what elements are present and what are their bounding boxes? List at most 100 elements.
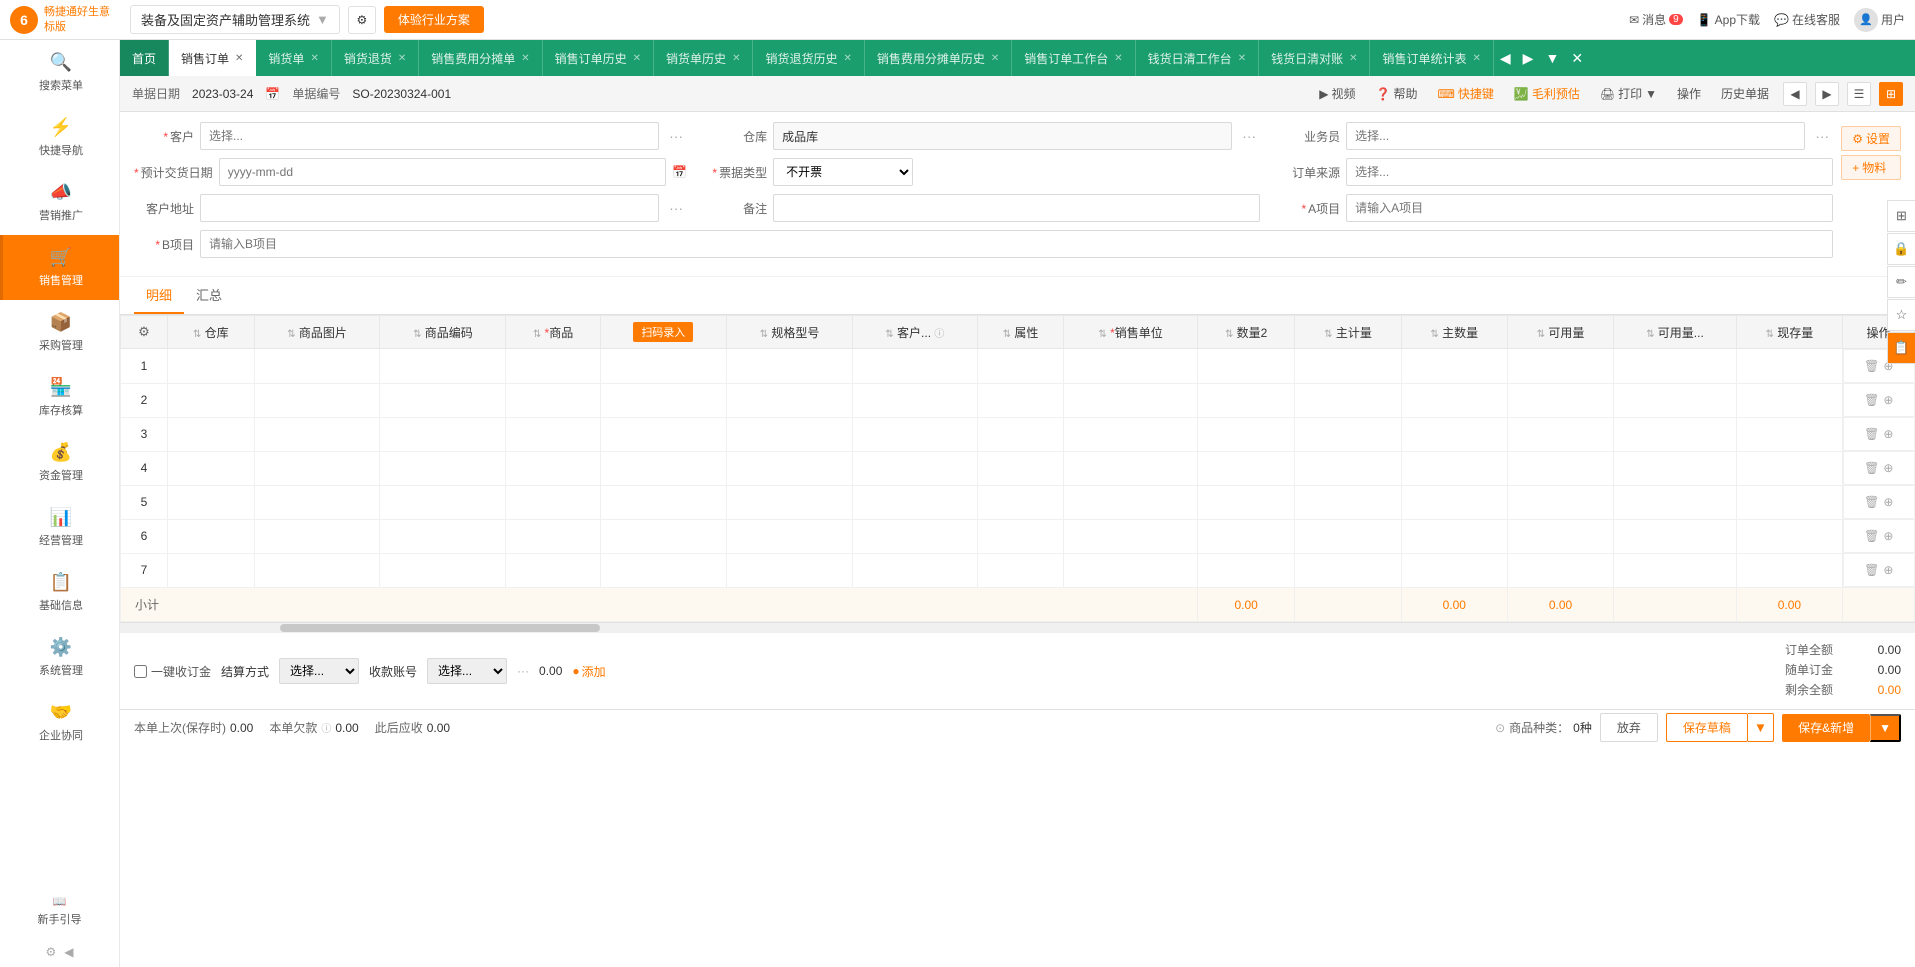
add-material-button[interactable]: + 物料: [1841, 155, 1901, 180]
address-input[interactable]: [200, 194, 659, 222]
scan-button[interactable]: 扫码录入: [633, 322, 693, 342]
close-cash-daily-ws-icon[interactable]: ✕: [1238, 53, 1246, 64]
close-cash-daily-reconcile-icon[interactable]: ✕: [1349, 53, 1357, 64]
profit-btn[interactable]: 💹 毛利预估: [1508, 83, 1586, 104]
sidebar-item-newbie[interactable]: 📖 新手引导: [0, 885, 119, 937]
th-available[interactable]: ⇅ 可用量: [1507, 316, 1613, 349]
sidebar-item-system[interactable]: ⚙️ 系统管理: [0, 625, 119, 690]
save-new-dropdown-icon[interactable]: ▼: [1870, 714, 1901, 742]
th-spec[interactable]: ⇅ 规格型号: [727, 316, 853, 349]
th-main-qty[interactable]: ⇅ 主数量: [1401, 316, 1507, 349]
tab-sales-return-hist[interactable]: 销货退货历史 ✕: [753, 40, 864, 76]
close-sales-order-icon[interactable]: ✕: [235, 53, 243, 64]
row-delete-icon[interactable]: 🗑: [1864, 529, 1879, 543]
sidebar-item-finance[interactable]: 💰 资金管理: [0, 430, 119, 495]
amount-dots[interactable]: ···: [517, 664, 529, 678]
print-btn[interactable]: 🖨 打印 ▼: [1594, 83, 1663, 104]
close-sales-return-hist-icon[interactable]: ✕: [843, 53, 851, 64]
grid-view-btn[interactable]: ⊞: [1879, 82, 1903, 106]
tab-sales-fee-split[interactable]: 销售费用分摊单 ✕: [419, 40, 542, 76]
system-title[interactable]: 装备及固定资产辅助管理系统 ▼: [130, 5, 340, 34]
message-item[interactable]: ✉ 消息 9: [1629, 11, 1683, 28]
th-product-code[interactable]: ⇅ 商品编码: [380, 316, 506, 349]
one-click-collect-input[interactable]: [134, 665, 147, 678]
th-main-unit[interactable]: ⇅ 主计量: [1295, 316, 1401, 349]
add-button[interactable]: ● 添加: [572, 663, 605, 680]
sidebar-item-purchase[interactable]: 📦 采购管理: [0, 300, 119, 365]
tab-nav-prev[interactable]: ◀: [1494, 40, 1517, 76]
tab-sales-return[interactable]: 销货退货 ✕: [332, 40, 419, 76]
side-action-2[interactable]: 🔒: [1887, 233, 1915, 265]
customer-input[interactable]: [200, 122, 659, 150]
save-draft-button[interactable]: 保存草稿: [1666, 713, 1748, 742]
th-available2[interactable]: ⇅ 可用量...: [1614, 316, 1737, 349]
close-sales-order-hist-icon[interactable]: ✕: [633, 53, 641, 64]
row-delete-icon[interactable]: 🗑: [1864, 393, 1879, 407]
tab-sales-fee-hist[interactable]: 销售费用分摊单历史 ✕: [865, 40, 1012, 76]
th-customer-code[interactable]: ⇅ 客户... ⓘ: [852, 316, 977, 349]
row-copy-icon[interactable]: ⊕: [1883, 427, 1893, 441]
row-copy-icon[interactable]: ⊕: [1883, 563, 1893, 577]
history-btn[interactable]: 历史单据: [1715, 83, 1775, 104]
payment-method-select[interactable]: 选择...: [279, 658, 359, 684]
help-btn[interactable]: ❓ 帮助: [1370, 83, 1424, 104]
user-avatar-item[interactable]: 👤 用户: [1854, 8, 1905, 32]
tab-sales-order-hist[interactable]: 销售订单历史 ✕: [543, 40, 654, 76]
discard-button[interactable]: 放弃: [1600, 713, 1658, 742]
th-product[interactable]: ⇅ *商品: [506, 316, 600, 349]
remark-input[interactable]: [773, 194, 1260, 222]
tab-sales-order[interactable]: 销售订单 ✕: [169, 40, 256, 76]
delivery-date-input[interactable]: [219, 158, 666, 186]
view-video-btn[interactable]: ▶ 视频: [1313, 83, 1361, 104]
row-delete-icon[interactable]: 🗑: [1864, 495, 1879, 509]
sidebar-item-sales[interactable]: 🛒 销售管理: [0, 235, 119, 300]
shortcut-btn[interactable]: ⌨ 快捷键: [1432, 83, 1500, 104]
tab-detail[interactable]: 明细: [134, 277, 184, 314]
sidebar-item-ops[interactable]: 📊 经营管理: [0, 495, 119, 560]
tab-home[interactable]: 首页: [120, 40, 169, 76]
tab-summary[interactable]: 汇总: [184, 277, 234, 314]
b-project-input[interactable]: [200, 230, 1833, 258]
th-warehouse[interactable]: ⇅ 仓库: [168, 316, 255, 349]
list-view-btn[interactable]: ☰: [1847, 82, 1871, 106]
one-click-collect-checkbox[interactable]: 一键收订金: [134, 663, 211, 680]
row-copy-icon[interactable]: ⊕: [1883, 393, 1893, 407]
save-draft-dropdown-icon[interactable]: ▼: [1748, 713, 1774, 742]
warehouse-expand-icon[interactable]: ···: [1238, 128, 1260, 144]
side-action-5[interactable]: 📋: [1887, 332, 1915, 364]
app-download-item[interactable]: 📱 App下载: [1697, 11, 1760, 28]
sidebar-item-quick-nav[interactable]: ⚡ 快捷导航: [0, 105, 119, 170]
invoice-type-select[interactable]: 不开票 增值税普通发票 增值税专用发票: [773, 158, 913, 186]
th-scan[interactable]: 扫码录入: [600, 316, 726, 349]
sidebar-settings-icon[interactable]: ⚙: [46, 945, 57, 959]
row-delete-icon[interactable]: 🗑: [1864, 359, 1879, 373]
close-sales-fee-hist-icon[interactable]: ✕: [991, 53, 999, 64]
settings-button[interactable]: ⚙ 设置: [1841, 126, 1901, 151]
tab-sales-refund[interactable]: 销货单 ✕: [256, 40, 331, 76]
tab-sales-order-ws[interactable]: 销售订单工作台 ✕: [1012, 40, 1135, 76]
close-sales-return-icon[interactable]: ✕: [398, 53, 406, 64]
a-project-input[interactable]: [1346, 194, 1833, 222]
sidebar-item-basic[interactable]: 📋 基础信息: [0, 560, 119, 625]
calendar-icon[interactable]: 📅: [265, 87, 280, 101]
row-delete-icon[interactable]: 🗑: [1864, 461, 1879, 475]
horizontal-scrollbar[interactable]: [280, 624, 600, 632]
sidebar-collapse-icon[interactable]: ◀: [64, 945, 73, 959]
sidebar-item-enterprise[interactable]: 🤝 企业协同: [0, 690, 119, 755]
sidebar-item-search-menu[interactable]: 🔍 搜索菜单: [0, 40, 119, 105]
online-service-item[interactable]: 💬 在线客服: [1774, 11, 1840, 28]
salesperson-input[interactable]: [1346, 122, 1805, 150]
warehouse-input[interactable]: [773, 122, 1232, 150]
tab-cash-daily-ws[interactable]: 钱货日清工作台 ✕: [1136, 40, 1259, 76]
tab-cash-daily-reconcile[interactable]: 钱货日清对账 ✕: [1259, 40, 1370, 76]
th-product-img[interactable]: ⇅ 商品图片: [254, 316, 380, 349]
close-sales-refund-hist-icon[interactable]: ✕: [732, 53, 740, 64]
side-action-3[interactable]: ✏: [1887, 266, 1915, 298]
tab-sales-order-stat[interactable]: 销售订单统计表 ✕: [1370, 40, 1493, 76]
th-gear[interactable]: ⚙: [121, 316, 168, 349]
row-copy-icon[interactable]: ⊕: [1883, 529, 1893, 543]
close-sales-order-stat-icon[interactable]: ✕: [1473, 53, 1481, 64]
operation-btn[interactable]: 操作: [1671, 83, 1707, 104]
th-sales-unit[interactable]: ⇅ *销售单位: [1064, 316, 1198, 349]
tab-nav-next[interactable]: ▶: [1517, 40, 1540, 76]
